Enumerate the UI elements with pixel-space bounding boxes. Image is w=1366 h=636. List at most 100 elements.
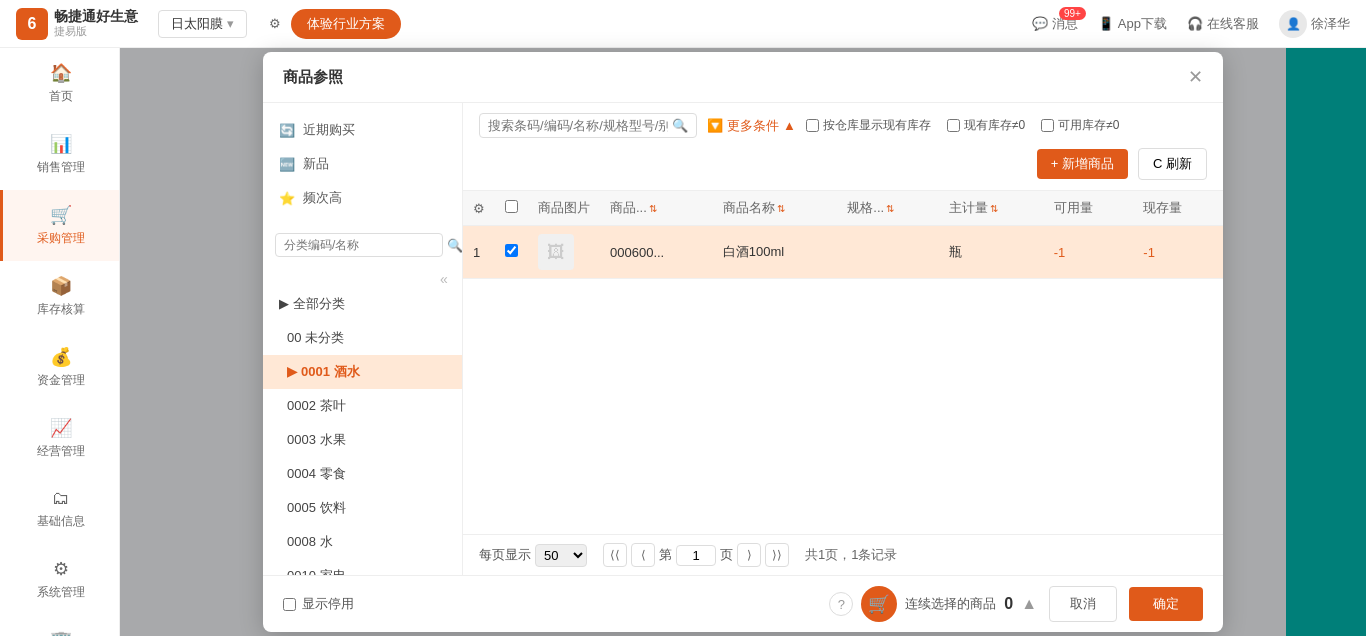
last-page-btn[interactable]: ⟩⟩ [765,543,789,567]
modal-dialog: 商品参照 ✕ 🔄 近期购买 🆕 新品 [263,52,1223,632]
recent-buy-item[interactable]: 🔄 近期购买 [263,113,462,147]
table-row[interactable]: 1 🖼 000600... 白酒100ml 瓶 [463,226,1223,279]
refresh-btn[interactable]: C 刷新 [1138,148,1207,180]
category-all[interactable]: ▶全部分类 [263,287,462,321]
headset-icon: 🎧 [1187,16,1203,31]
row-checkbox[interactable] [505,244,518,257]
page-input[interactable] [676,545,716,566]
logo-area: 6 畅捷通好生意 捷易版 [16,8,138,40]
cell-available: -1 [1044,226,1134,279]
stock-not-zero-check[interactable] [947,119,960,132]
category-00[interactable]: 00 未分类 [263,321,462,355]
online-service-btn[interactable]: 🎧 在线客服 [1187,15,1259,33]
sidebar-item-home[interactable]: 🏠 首页 [0,48,119,119]
col-checkbox [495,191,528,226]
phone-icon: 📱 [1098,16,1114,31]
cart-btn[interactable]: 🛒 [861,586,897,622]
user-menu[interactable]: 👤 徐泽华 [1279,10,1350,38]
cancel-btn[interactable]: 取消 [1049,586,1117,622]
show-disabled-label: 显示停用 [302,595,354,613]
cell-seq: 1 [463,226,495,279]
sidebar-item-enterprise[interactable]: 🏢 企业协同 [0,615,119,636]
avatar: 👤 [1279,10,1307,38]
stock-not-zero-checkbox[interactable]: 现有库存≠0 [947,117,1025,134]
experience-btn[interactable]: 体验行业方案 [291,9,401,39]
by-warehouse-checkbox[interactable]: 按仓库显示现有库存 [806,117,931,134]
category-0008[interactable]: 0008 水 [263,525,462,559]
category-0001[interactable]: ▶0001 酒水 [263,355,462,389]
search-icon: 🔍 [447,238,463,253]
select-all-checkbox[interactable] [505,200,518,213]
page-suffix: 页 [720,546,733,564]
category-search-input[interactable] [275,233,443,257]
help-btn[interactable]: ? [829,592,853,616]
stock-not-zero-label: 现有库存≠0 [964,117,1025,134]
first-page-btn[interactable]: ⟨⟨ [603,543,627,567]
sidebar-item-operations[interactable]: 📈 经营管理 [0,403,119,474]
recent-buy-label: 近期购买 [303,121,355,139]
close-btn[interactable]: ✕ [1188,66,1203,88]
col-name[interactable]: 商品名称⇅ [713,191,838,226]
page-info: 共1页，1条记录 [805,546,897,564]
col-settings[interactable]: ⚙ [463,191,495,226]
confirm-btn[interactable]: 确定 [1129,587,1203,621]
prev-page-btn[interactable]: ⟨ [631,543,655,567]
category-0004[interactable]: 0004 零食 [263,457,462,491]
page-size-wrap: 每页显示 50 10 20 100 [479,544,587,567]
show-disabled-checkbox[interactable] [283,598,296,611]
bell-icon: 💬 [1032,16,1048,31]
sidebar-item-sales[interactable]: 📊 销售管理 [0,119,119,190]
next-page-btn[interactable]: ⟩ [737,543,761,567]
sidebar-item-system[interactable]: ⚙ 系统管理 [0,544,119,615]
category-search-row: 🔍 [263,227,462,263]
purchase-icon: 🛒 [50,204,72,226]
category-0003[interactable]: 0003 水果 [263,423,462,457]
category-0010[interactable]: 0010 家电 [263,559,462,575]
cell-checkbox[interactable] [495,226,528,279]
sidebar-item-base[interactable]: 🗂 基础信息 [0,474,119,544]
filter-more-btn[interactable]: 🔽 更多条件 ▲ [707,117,796,135]
notification-badge: 99+ [1059,7,1086,20]
inventory-icon: 📦 [50,275,72,297]
cart-area: ? 🛒 连续选择的商品 0 ▲ [829,586,1037,622]
category-0005[interactable]: 0005 饮料 [263,491,462,525]
show-disabled-wrap[interactable]: 显示停用 [283,595,354,613]
col-unit[interactable]: 主计量⇅ [939,191,1044,226]
new-icon: 🆕 [279,157,295,172]
per-page-select[interactable]: 50 10 20 100 [535,544,587,567]
new-products-item[interactable]: 🆕 新品 [263,147,462,181]
nav-selector[interactable]: 日太阳膜 ▾ [158,10,247,38]
category-0002[interactable]: 0002 茶叶 [263,389,462,423]
settings-btn[interactable]: ⚙ [259,8,291,40]
by-warehouse-check[interactable] [806,119,819,132]
frequent-item[interactable]: ⭐ 频次高 [263,181,462,215]
product-search-input[interactable] [488,118,668,133]
cell-name: 白酒100ml [713,226,838,279]
collapse-cart-btn[interactable]: ▲ [1021,595,1037,613]
sidebar-label-system: 系统管理 [37,584,85,601]
table-wrap: ⚙ 商品图片 商品...⇅ 商品名称⇅ 规格...⇅ 主计量⇅ [463,191,1223,534]
add-product-btn[interactable]: + 新增商品 [1037,149,1128,179]
by-warehouse-label: 按仓库显示现有库存 [823,117,931,134]
modal-body: 🔄 近期购买 🆕 新品 ⭐ 频次高 [263,103,1223,575]
col-available: 可用量 [1044,191,1134,226]
left-panel: 🔄 近期购买 🆕 新品 ⭐ 频次高 [263,103,463,575]
sidebar-item-finance[interactable]: 💰 资金管理 [0,332,119,403]
cart-label: 连续选择的商品 [905,595,996,613]
product-thumbnail: 🖼 [538,234,574,270]
cell-spec [837,226,939,279]
app-download-btn[interactable]: 📱 App下载 [1098,15,1167,33]
page-label: 第 [659,546,672,564]
col-spec[interactable]: 规格...⇅ [837,191,939,226]
sidebar-item-inventory[interactable]: 📦 库存核算 [0,261,119,332]
available-not-zero-check[interactable] [1041,119,1054,132]
available-not-zero-checkbox[interactable]: 可用库存≠0 [1041,117,1119,134]
sidebar-label-base: 基础信息 [37,513,85,530]
frequent-label: 频次高 [303,189,342,207]
notification-btn[interactable]: 💬 消息 99+ [1032,15,1078,33]
sidebar-item-purchase[interactable]: 🛒 采购管理 [0,190,119,261]
sidebar-label-finance: 资金管理 [37,372,85,389]
system-icon: ⚙ [53,558,69,580]
collapse-panel-btn[interactable]: « [434,271,454,287]
col-code[interactable]: 商品...⇅ [600,191,713,226]
